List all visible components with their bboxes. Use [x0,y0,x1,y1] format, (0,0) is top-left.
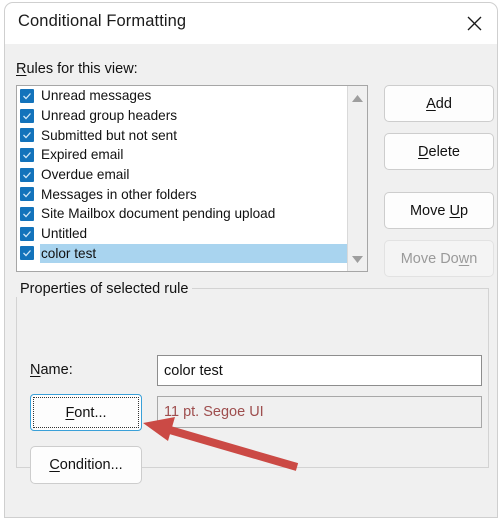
dialog-title: Conditional Formatting [18,12,187,30]
list-item[interactable]: Expired email [17,145,347,165]
checkbox-checked-icon[interactable] [20,88,34,103]
list-item-label-wrap: color test [40,243,347,264]
checkbox-checked-icon[interactable] [20,206,34,221]
list-item[interactable]: Messages in other folders [17,184,347,204]
font-preview-text: 11 pt. Segoe UI [164,404,264,420]
list-item-label-wrap: Submitted but not sent [40,125,347,145]
list-item-label-wrap: Expired email [40,145,347,165]
listbox-scrollbar[interactable] [347,86,367,271]
list-item-label: Messages in other folders [41,186,197,202]
scroll-up-arrow-icon[interactable] [348,88,367,108]
name-input-value: color test [164,362,223,379]
list-item-selected[interactable]: color test [17,243,347,264]
screenshot-root: Conditional Formatting Rules for this vi… [0,0,502,521]
checkbox-checked-icon[interactable] [20,128,34,143]
checkbox-checked-icon[interactable] [20,187,34,202]
condition-button-label: Condition... [49,457,123,473]
list-item[interactable]: Overdue email [17,165,347,185]
list-item-label-wrap: Overdue email [40,165,347,185]
list-item[interactable]: Submitted but not sent [17,125,347,145]
checkbox-checked-icon[interactable] [20,147,34,162]
delete-button[interactable]: Delete [384,133,494,170]
list-item-label-wrap: Messages in other folders [40,184,347,204]
list-item-label: Unread messages [41,88,152,104]
list-item-label: Expired email [41,147,124,163]
list-item-label: Untitled [41,226,88,242]
list-item-label: Site Mailbox document pending upload [41,206,276,222]
checkbox-checked-icon[interactable] [20,226,34,241]
rules-listbox[interactable]: Unread messages Unread group headers Sub… [16,85,368,272]
font-button-label: Font... [65,404,107,421]
move-up-button[interactable]: Move Up [384,192,494,229]
name-label: Name: [30,362,73,378]
rules-for-view-label: Rules for this view: [16,61,138,77]
rules-list-items: Unread messages Unread group headers Sub… [17,86,347,271]
move-up-button-label: Move Up [409,202,469,219]
add-button[interactable]: Add [384,85,494,122]
scroll-down-arrow-icon[interactable] [348,249,367,269]
move-down-button: Move Down [384,240,494,277]
list-item-label: Overdue email [41,167,130,183]
list-item[interactable]: Unread group headers [17,106,347,126]
delete-button-label: Delete [418,143,460,160]
list-item-label-wrap: Unread group headers [40,106,347,126]
checkbox-checked-icon[interactable] [20,167,34,182]
checkbox-checked-icon[interactable] [20,108,34,123]
list-item-label: Unread group headers [41,108,178,124]
move-down-button-label: Move Down [400,250,478,267]
list-item-label: color test [41,245,97,261]
dialog-body: Rules for this view: Unread messages Unr… [5,44,497,517]
list-item-label-wrap: Unread messages [40,86,347,106]
list-item[interactable]: Unread messages [17,86,347,106]
add-button-label: Add [426,95,452,112]
ok-button[interactable]: OK [253,517,363,518]
properties-group-title: Properties of selected rule [16,281,193,297]
list-item-label-wrap: Site Mailbox document pending upload [40,204,347,224]
dialog-titlebar: Conditional Formatting [5,3,497,44]
font-button[interactable]: Font... [30,394,142,431]
list-item-label-wrap: Untitled [40,224,347,244]
list-item[interactable]: Site Mailbox document pending upload [17,204,347,224]
font-preview-field: 11 pt. Segoe UI [157,396,482,428]
list-item-label: Submitted but not sent [41,127,178,143]
list-item[interactable]: Untitled [17,224,347,244]
name-input[interactable]: color test [157,355,482,386]
conditional-formatting-dialog: Conditional Formatting Rules for this vi… [4,2,498,518]
cancel-button[interactable]: Cancel [380,517,490,518]
condition-button[interactable]: Condition... [30,446,142,484]
close-icon[interactable] [451,3,497,44]
checkbox-checked-icon[interactable] [20,246,34,261]
